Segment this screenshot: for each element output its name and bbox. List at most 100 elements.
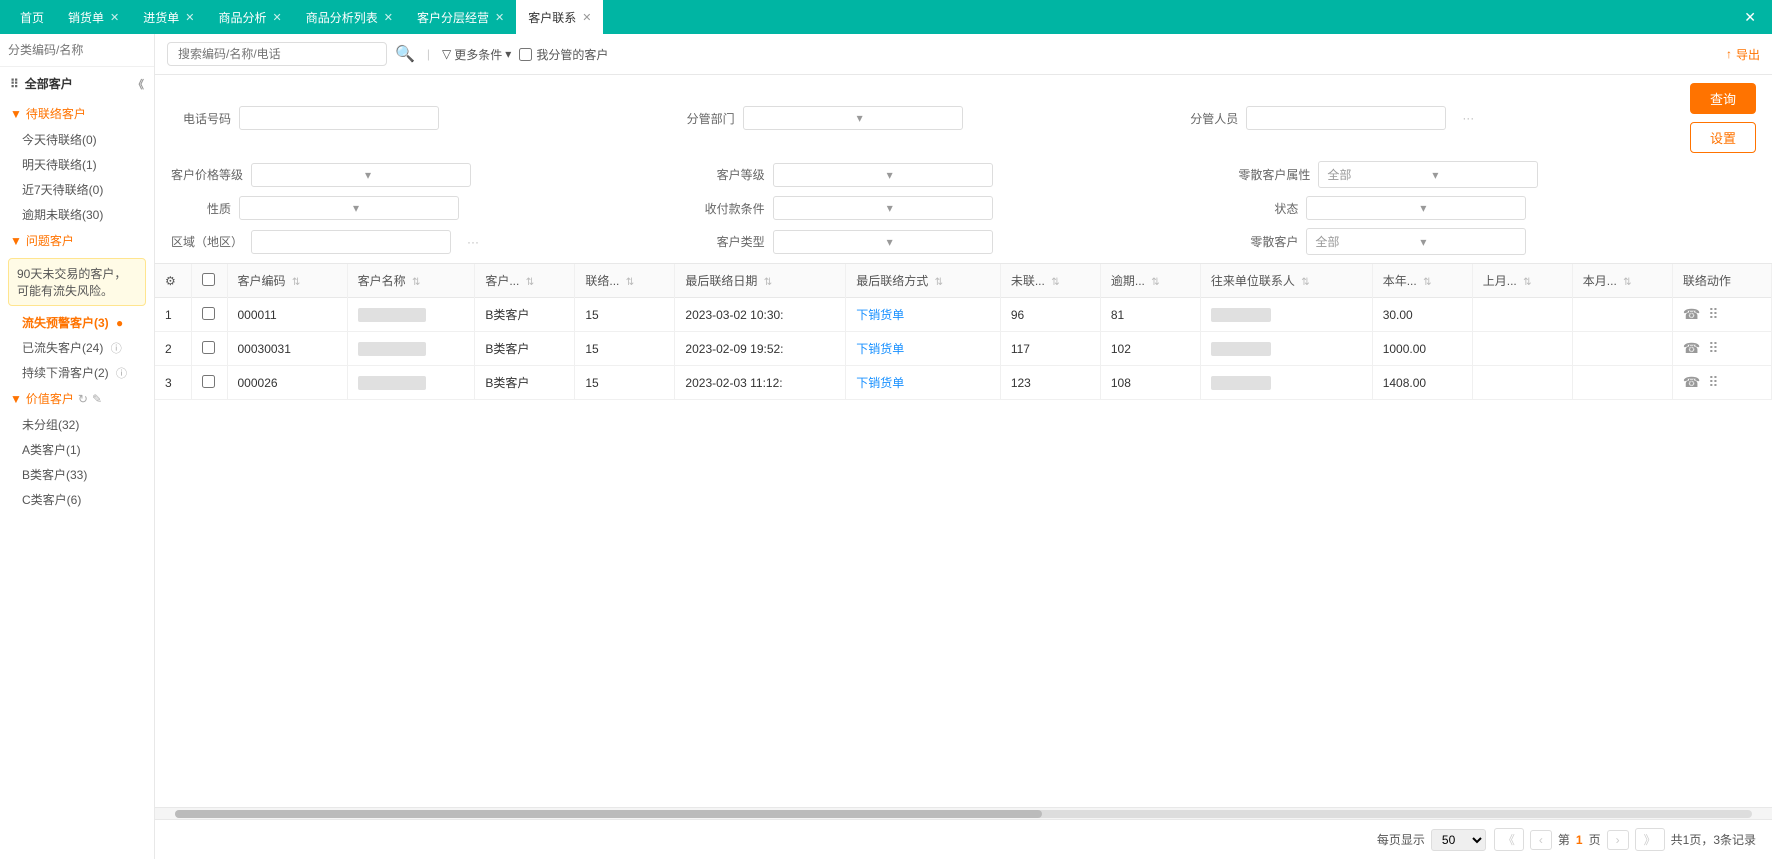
filter-dept-select[interactable]: ▾ — [743, 106, 963, 130]
sort-icon[interactable]: ⇅ — [764, 277, 772, 288]
sidebar-item-7day-contact[interactable]: 近7天待联络(0) — [0, 177, 154, 202]
col-overdue[interactable]: 逾期... ⇅ — [1100, 264, 1200, 298]
tab-product-analysis[interactable]: 商品分析 ✕ — [206, 0, 293, 34]
tab-product-analysis-list[interactable]: 商品分析列表 ✕ — [294, 0, 405, 34]
col-code[interactable]: 客户编码 ⇅ — [227, 264, 347, 298]
last-page-button[interactable]: 》 — [1635, 828, 1665, 851]
export-button[interactable]: ↑ 导出 — [1726, 46, 1760, 63]
select-all-checkbox[interactable] — [202, 273, 215, 286]
filter-phone-input[interactable] — [239, 106, 439, 130]
tab-close-icon[interactable]: ✕ — [273, 11, 282, 24]
contact-action-icon[interactable]: ☎ — [1683, 340, 1700, 357]
scrollbar-thumb[interactable] — [175, 810, 1042, 818]
sidebar-item-already-churned[interactable]: 已流失客户(24) ⓘ — [0, 335, 154, 360]
next-page-button[interactable]: › — [1607, 830, 1629, 850]
search-input[interactable] — [167, 42, 387, 66]
col-type[interactable]: 客户... ⇅ — [475, 264, 575, 298]
sidebar-item-class-c[interactable]: C类客户(6) — [0, 487, 154, 512]
search-button[interactable]: 🔍 — [395, 44, 415, 64]
settings-button[interactable]: 设置 — [1690, 122, 1756, 153]
prev-page-button[interactable]: ‹ — [1530, 830, 1552, 850]
more-action-icon[interactable]: ⠿ — [1708, 374, 1718, 391]
sort-icon[interactable]: ⇅ — [626, 277, 634, 288]
col-settings[interactable]: ⚙ — [155, 264, 191, 298]
more-conditions-button[interactable]: ▽ 更多条件 ▾ — [442, 46, 511, 63]
my-customers-checkbox-label[interactable]: 我分管的客户 — [519, 46, 608, 63]
col-checkbox[interactable] — [191, 264, 227, 298]
last-method-link[interactable]: 下销货单 — [856, 308, 904, 322]
last-method-link[interactable]: 下销货单 — [856, 342, 904, 356]
filter-attr-select[interactable]: 全部 ▾ — [1318, 161, 1538, 188]
tab-home[interactable]: 首页 — [8, 0, 56, 34]
col-contact-person[interactable]: 往来单位联系人 ⇅ — [1200, 264, 1372, 298]
filter-nature-select[interactable]: ▾ — [239, 196, 459, 220]
row-checkbox[interactable] — [191, 298, 227, 332]
col-uncontacted[interactable]: 未联... ⇅ — [1000, 264, 1100, 298]
tab-close-icon[interactable]: ✕ — [582, 11, 591, 24]
sidebar-item-today-contact[interactable]: 今天待联络(0) — [0, 127, 154, 152]
per-page-select[interactable]: 50 100 — [1431, 829, 1486, 851]
col-last-contact-method[interactable]: 最后联络方式 ⇅ — [846, 264, 1001, 298]
refresh-icon[interactable]: ↻ — [78, 392, 88, 406]
contact-action-icon[interactable]: ☎ — [1683, 306, 1700, 323]
tab-sales-order[interactable]: 销货单 ✕ — [56, 0, 131, 34]
sidebar-section-problem[interactable]: ▼ 问题客户 — [0, 227, 154, 254]
sidebar-section-value[interactable]: ▼ 价值客户 ↻ ✎ — [0, 385, 154, 412]
filter-price-grade-select[interactable]: ▾ — [251, 163, 471, 187]
sidebar-item-tomorrow-contact[interactable]: 明天待联络(1) — [0, 152, 154, 177]
row-checkbox[interactable] — [191, 332, 227, 366]
edit-icon[interactable]: ✎ — [92, 392, 102, 406]
sidebar-item-overdue-contact[interactable]: 逾期未联络(30) — [0, 202, 154, 227]
filter-person-input[interactable] — [1246, 106, 1446, 130]
more-options-icon[interactable]: ··· — [467, 235, 479, 249]
row-select-checkbox[interactable] — [202, 341, 215, 354]
sort-icon[interactable]: ⇅ — [1623, 277, 1631, 288]
row-select-checkbox[interactable] — [202, 375, 215, 388]
col-contact-count[interactable]: 联络... ⇅ — [575, 264, 675, 298]
sidebar-section-pending[interactable]: ▼ 待联络客户 — [0, 100, 154, 127]
sidebar-item-churn-warning[interactable]: 流失预警客户(3) ● — [0, 310, 154, 335]
sort-icon[interactable]: ⇅ — [1301, 277, 1309, 288]
filter-customer-type-select[interactable]: ▾ — [773, 230, 993, 254]
col-this-month[interactable]: 本月... ⇅ — [1572, 264, 1672, 298]
col-name[interactable]: 客户名称 ⇅ — [347, 264, 475, 298]
sort-icon[interactable]: ⇅ — [412, 277, 420, 288]
window-close-button[interactable]: ✕ — [1736, 9, 1764, 26]
sort-icon[interactable]: ⇅ — [1423, 277, 1431, 288]
sidebar-item-class-b[interactable]: B类客户(33) — [0, 462, 154, 487]
tab-close-icon[interactable]: ✕ — [384, 11, 393, 24]
sort-icon[interactable]: ⇅ — [1151, 277, 1159, 288]
filter-region-input[interactable] — [251, 230, 451, 254]
row-last-method[interactable]: 下销货单 — [846, 298, 1001, 332]
sort-icon[interactable]: ⇅ — [526, 277, 534, 288]
tab-purchase-order[interactable]: 进货单 ✕ — [131, 0, 206, 34]
row-last-method[interactable]: 下销货单 — [846, 332, 1001, 366]
row-select-checkbox[interactable] — [202, 307, 215, 320]
more-action-icon[interactable]: ⠿ — [1708, 306, 1718, 323]
first-page-button[interactable]: 《 — [1494, 828, 1524, 851]
contact-action-icon[interactable]: ☎ — [1683, 374, 1700, 391]
tab-customer-contact[interactable]: 客户联系 ✕ — [516, 0, 603, 34]
horizontal-scrollbar[interactable] — [155, 807, 1772, 819]
tab-close-icon[interactable]: ✕ — [110, 11, 119, 24]
tab-close-icon[interactable]: ✕ — [495, 11, 504, 24]
query-button[interactable]: 查询 — [1690, 83, 1756, 114]
sort-icon[interactable]: ⇅ — [1523, 277, 1531, 288]
more-options-icon[interactable]: ··· — [1462, 111, 1474, 125]
more-action-icon[interactable]: ⠿ — [1708, 340, 1718, 357]
filter-payment-select[interactable]: ▾ — [773, 196, 993, 220]
sort-icon[interactable]: ⇅ — [292, 277, 300, 288]
collapse-icon[interactable]: 《 — [133, 76, 144, 92]
sidebar-item-class-a[interactable]: A类客户(1) — [0, 437, 154, 462]
tab-customer-tier[interactable]: 客户分层经营 ✕ — [405, 0, 516, 34]
sort-icon[interactable]: ⇅ — [1051, 277, 1059, 288]
col-last-month[interactable]: 上月... ⇅ — [1472, 264, 1572, 298]
sort-icon[interactable]: ⇅ — [935, 277, 943, 288]
tab-close-icon[interactable]: ✕ — [185, 11, 194, 24]
filter-status-select[interactable]: ▾ — [1306, 196, 1526, 220]
row-checkbox[interactable] — [191, 366, 227, 400]
col-this-year[interactable]: 本年... ⇅ — [1372, 264, 1472, 298]
filter-customer-grade-select[interactable]: ▾ — [773, 163, 993, 187]
my-customers-checkbox[interactable] — [519, 48, 532, 61]
sidebar-item-declining[interactable]: 持续下滑客户(2) ⓘ — [0, 360, 154, 385]
